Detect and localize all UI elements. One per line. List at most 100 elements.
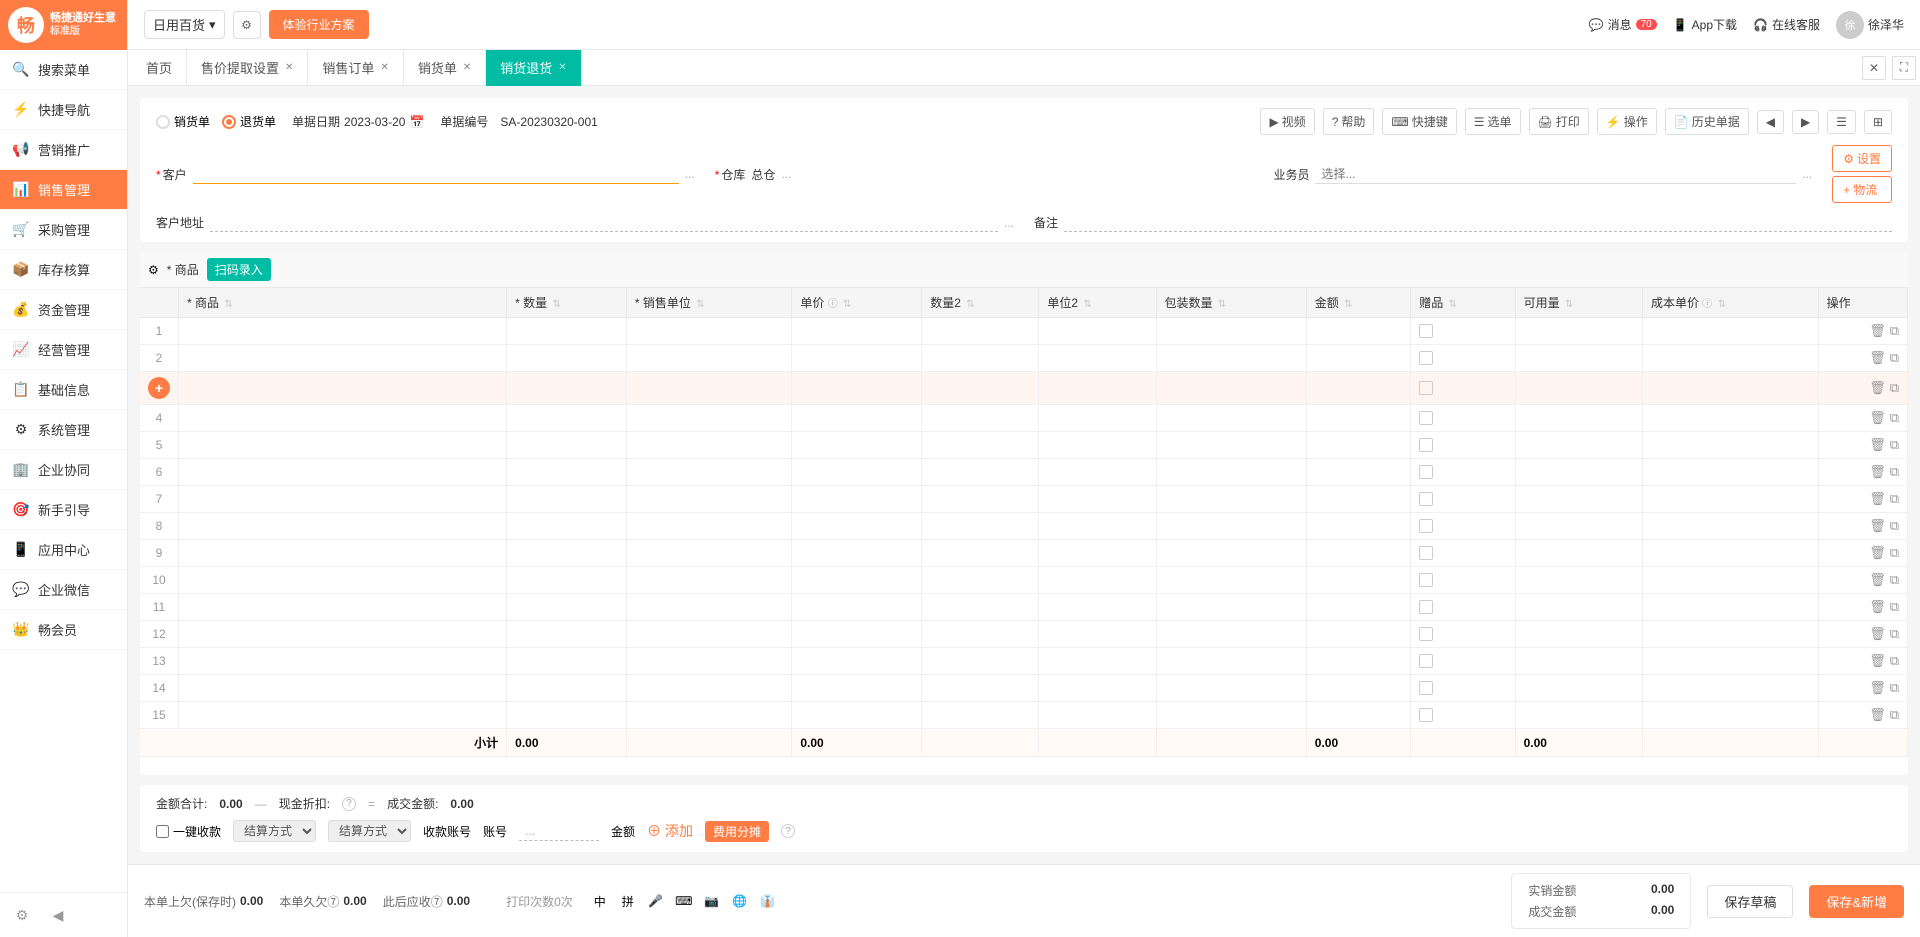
gift-checkbox-3[interactable] [1419,381,1433,395]
amount-cell-3[interactable] [1306,372,1410,405]
save-draft-button[interactable]: 保存草稿 [1707,885,1793,918]
available-cell-11[interactable] [1515,594,1642,621]
amount-cell-13[interactable] [1306,648,1410,675]
help-btn[interactable]: ? 帮助 [1323,108,1375,135]
logistics-btn[interactable]: + 物流 [1832,176,1892,203]
qty-cell-14[interactable] [507,675,627,702]
gift-cell-11[interactable] [1411,594,1515,621]
gift-cell-2[interactable] [1411,345,1515,372]
pack-cell-15[interactable] [1156,702,1306,729]
unit2-cell-7[interactable] [1039,486,1156,513]
tab-home[interactable]: 首页 [132,50,187,86]
delete-row-btn-10[interactable]: 🗑 [1869,572,1886,588]
copy-row-btn-9[interactable]: ⧉ [1890,545,1899,561]
sort-amount-icon[interactable]: ⇅ [1344,299,1352,310]
calendar-icon[interactable]: 📅 [409,115,424,129]
sort-gift-icon[interactable]: ⇅ [1449,299,1457,310]
print-btn[interactable]: 🖨 打印 [1529,108,1589,135]
pack-cell-1[interactable] [1156,318,1306,345]
gift-checkbox-15[interactable] [1419,708,1433,722]
pack-cell-9[interactable] [1156,540,1306,567]
video-btn[interactable]: ▶ 视频 [1260,108,1314,135]
price-cell-1[interactable] [792,318,922,345]
sidebar-item-wechat[interactable]: 💬 企业微信 [0,570,127,610]
gift-cell-8[interactable] [1411,513,1515,540]
scan-btn[interactable]: 扫码录入 [207,258,271,281]
sort-pack-icon[interactable]: ⇅ [1218,299,1226,310]
qty2-cell-13[interactable] [922,648,1039,675]
radio-return[interactable]: 退货单 [222,113,276,130]
pack-cell-10[interactable] [1156,567,1306,594]
amount-cell-5[interactable] [1306,432,1410,459]
copy-row-btn-10[interactable]: ⧉ [1890,572,1899,588]
qty2-cell-5[interactable] [922,432,1039,459]
copy-row-btn-7[interactable]: ⧉ [1890,491,1899,507]
product-cell-13[interactable] [179,648,507,675]
account-dotted[interactable]: ... [519,822,599,841]
qty-cell-7[interactable] [507,486,627,513]
sidebar-collapse-btn[interactable]: ◀ [44,901,72,929]
unit2-cell-15[interactable] [1039,702,1156,729]
gift-checkbox-4[interactable] [1419,411,1433,425]
amount-cell-9[interactable] [1306,540,1410,567]
product-cell-5[interactable] [179,432,507,459]
available-cell-7[interactable] [1515,486,1642,513]
unit2-cell-2[interactable] [1039,345,1156,372]
grid-view-btn[interactable]: ⊞ [1864,110,1892,134]
topbar-settings-button[interactable]: ⚙ [233,11,261,39]
unit-cell-6[interactable] [626,459,791,486]
delete-row-btn-11[interactable]: 🗑 [1869,599,1886,615]
qty2-cell-4[interactable] [922,405,1039,432]
qty-cell-4[interactable] [507,405,627,432]
gift-cell-9[interactable] [1411,540,1515,567]
product-input-9[interactable] [187,546,498,560]
save-new-button[interactable]: 保存&新增 [1809,885,1904,918]
pack-cell-13[interactable] [1156,648,1306,675]
sidebar-item-quick[interactable]: ⚡ 快捷导航 [0,90,127,130]
qty2-cell-6[interactable] [922,459,1039,486]
pack-cell-3[interactable] [1156,372,1306,405]
pack-cell-2[interactable] [1156,345,1306,372]
qty2-cell-7[interactable] [922,486,1039,513]
sidebar-item-finance[interactable]: 💰 资金管理 [0,290,127,330]
amount-cell-11[interactable] [1306,594,1410,621]
delete-row-btn-8[interactable]: 🗑 [1869,518,1886,534]
available-cell-13[interactable] [1515,648,1642,675]
cost-cell-15[interactable] [1642,702,1818,729]
product-input-15[interactable] [187,708,498,722]
sort-product-icon[interactable]: ⇅ [224,299,232,310]
cost-cell-9[interactable] [1642,540,1818,567]
cost-cell-1[interactable] [1642,318,1818,345]
app-download-btn[interactable]: 📱 App下载 [1673,16,1737,33]
one-click-input[interactable] [156,825,169,838]
qty-cell-3[interactable] [507,372,627,405]
gift-checkbox-6[interactable] [1419,465,1433,479]
message-btn[interactable]: 💬 消息 70 [1589,16,1657,33]
price-cell-3[interactable] [792,372,922,405]
amount-cell-1[interactable] [1306,318,1410,345]
qty2-cell-2[interactable] [922,345,1039,372]
price-cell-7[interactable] [792,486,922,513]
copy-row-btn-8[interactable]: ⧉ [1890,518,1899,534]
sidebar-item-inventory[interactable]: 📦 库存核算 [0,250,127,290]
delete-row-btn-14[interactable]: 🗑 [1869,680,1886,696]
cost-cell-6[interactable] [1642,459,1818,486]
settings-btn[interactable]: ⚙ 设置 [1832,145,1892,172]
unit-cell-2[interactable] [626,345,791,372]
price-cell-4[interactable] [792,405,922,432]
gift-checkbox-5[interactable] [1419,438,1433,452]
delete-row-btn-15[interactable]: 🗑 [1869,707,1886,723]
delete-row-btn-2[interactable]: 🗑 [1869,350,1886,366]
amount-cell-10[interactable] [1306,567,1410,594]
unit2-cell-11[interactable] [1039,594,1156,621]
product-input-1[interactable] [187,324,498,338]
one-click-checkbox[interactable]: 一键收款 [156,823,221,840]
history-btn[interactable]: 📄 历史单据 [1665,108,1749,135]
available-cell-4[interactable] [1515,405,1642,432]
sort-price-icon[interactable]: ⇅ [843,299,851,310]
product-cell-11[interactable] [179,594,507,621]
product-cell-12[interactable] [179,621,507,648]
unit-cell-11[interactable] [626,594,791,621]
sidebar-item-search[interactable]: 🔍 搜索菜单 [0,50,127,90]
price-cell-5[interactable] [792,432,922,459]
